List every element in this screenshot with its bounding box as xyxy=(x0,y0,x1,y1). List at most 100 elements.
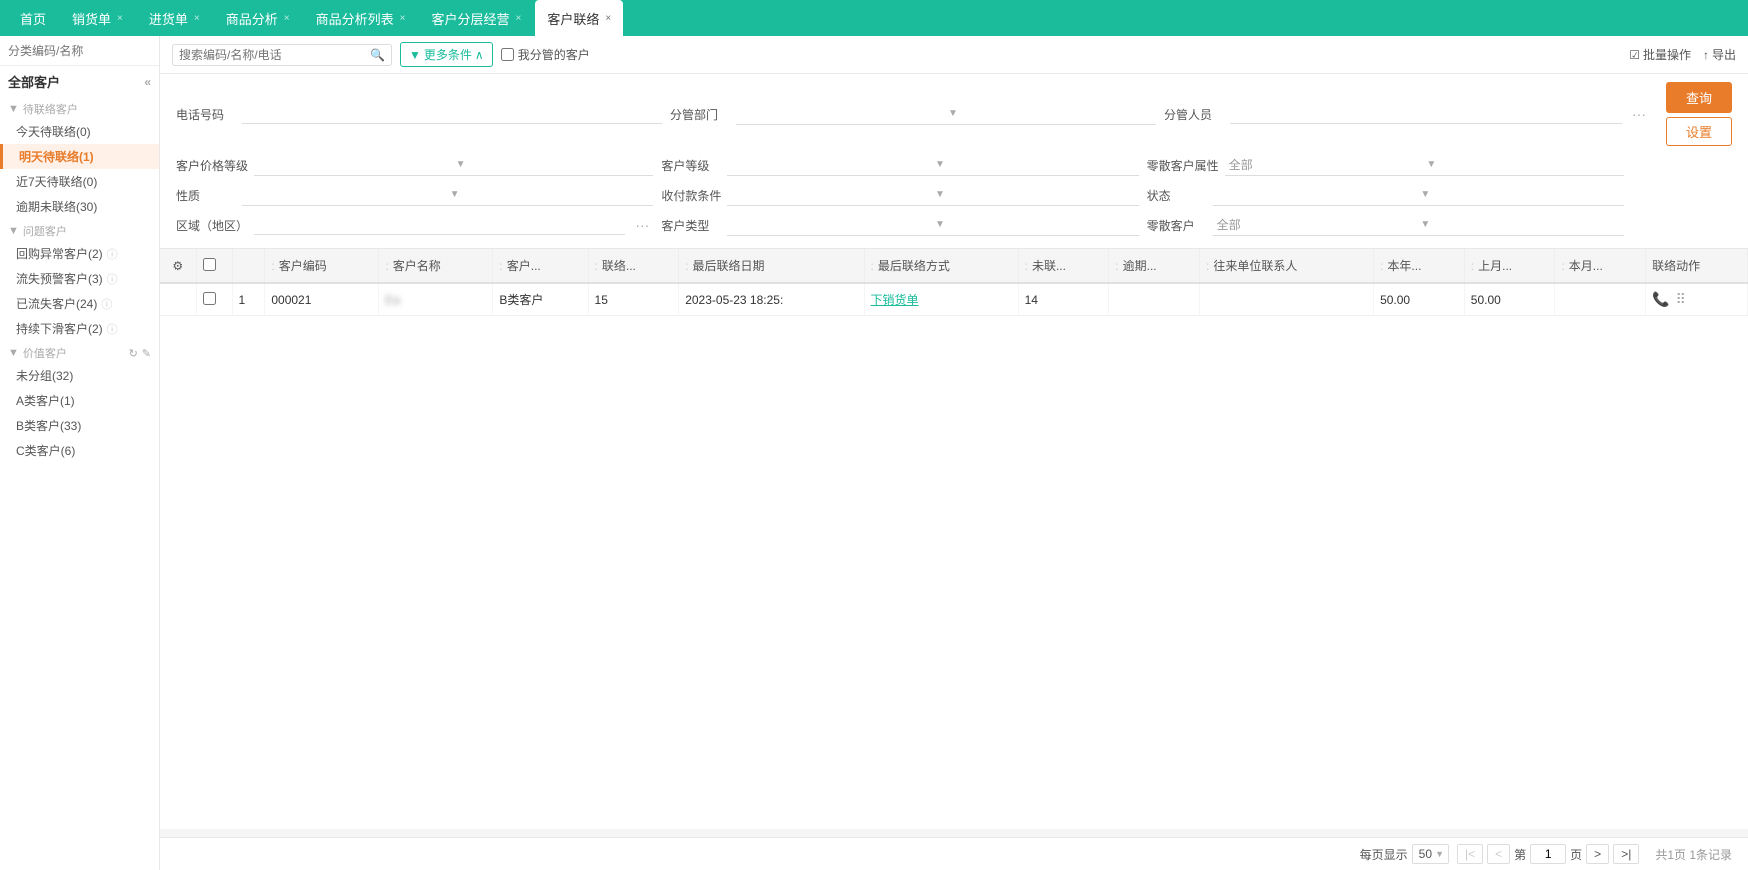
total-info: 共1页 1条记录 xyxy=(1655,846,1732,863)
col-last-contact-date[interactable]: :最后联络日期 xyxy=(679,249,864,283)
horizontal-scrollbar[interactable] xyxy=(160,829,1748,837)
contact-action-icon[interactable]: 📞 xyxy=(1652,291,1669,308)
export-icon: ↑ xyxy=(1703,48,1709,62)
last-page-button[interactable]: >| xyxy=(1613,844,1639,864)
sidebar-item-tomorrow-pending[interactable]: 明天待联络(1) xyxy=(0,144,159,169)
prev-page-button[interactable]: < xyxy=(1487,844,1510,864)
sidebar-item-churn-warning[interactable]: 流失预警客户(3) ⓘ xyxy=(0,266,159,291)
batch-ops-button[interactable]: ☑ 批量操作 xyxy=(1629,46,1691,63)
all-customers-header[interactable]: 全部客户 « xyxy=(0,66,159,97)
col-not-contact[interactable]: :未联... xyxy=(1018,249,1109,283)
nav-purchase-order[interactable]: 进货单 × xyxy=(137,0,212,36)
col-unit-contact[interactable]: :往来单位联系人 xyxy=(1199,249,1373,283)
sidebar-item-churned[interactable]: 已流失客户(24) ⓘ xyxy=(0,291,159,316)
col-last-contact-method[interactable]: :最后联络方式 xyxy=(864,249,1018,283)
retail-customer-select[interactable]: 全部 ▼ xyxy=(1213,214,1624,236)
sidebar-item-class-c[interactable]: C类客户(6) xyxy=(0,438,159,463)
sidebar-item-today-pending[interactable]: 今天待联络(0) xyxy=(0,119,159,144)
problem-group-label: ▼ 问题客户 xyxy=(0,219,159,241)
export-button[interactable]: ↑ 导出 xyxy=(1703,46,1736,63)
sidebar-item-ungrouped[interactable]: 未分组(32) xyxy=(0,363,159,388)
close-icon[interactable]: × xyxy=(117,13,123,24)
page-size-dropdown[interactable]: 50 ▼ xyxy=(1412,844,1449,864)
customer-type-select[interactable]: ▼ xyxy=(727,214,1138,236)
retail-attr-select[interactable]: 全部 ▼ xyxy=(1225,154,1624,176)
retail-attr-label: 零散客户属性 xyxy=(1147,157,1219,174)
sidebar-item-overdue-pending[interactable]: 逾期未联络(30) xyxy=(0,194,159,219)
col-customer-code[interactable]: :客户编码 xyxy=(265,249,379,283)
refresh-icon[interactable]: ↻ xyxy=(129,347,138,360)
my-customers-checkbox-label[interactable]: 我分管的客户 xyxy=(501,46,590,63)
customer-type-label: 客户类型 xyxy=(661,217,721,234)
close-icon[interactable]: × xyxy=(515,13,521,24)
col-customer-name[interactable]: :客户名称 xyxy=(379,249,493,283)
nav-product-analysis-list[interactable]: 商品分析列表 × xyxy=(304,0,418,36)
col-gear[interactable]: ⚙ xyxy=(160,249,196,283)
sidebar-search-input[interactable] xyxy=(8,44,160,58)
col-contact[interactable]: :联络... xyxy=(588,249,679,283)
cell-contact: 15 xyxy=(588,283,679,316)
status-select[interactable]: ▼ xyxy=(1213,184,1624,206)
first-page-button[interactable]: |< xyxy=(1457,844,1483,864)
manager-input[interactable] xyxy=(1230,105,1622,124)
my-customers-checkbox[interactable] xyxy=(501,48,514,61)
nav-sales-order[interactable]: 销货单 × xyxy=(60,0,135,36)
col-this-year[interactable]: :本年... xyxy=(1374,249,1465,283)
set-button[interactable]: 设置 xyxy=(1666,117,1732,146)
page-navigation: |< < 第 页 > >| xyxy=(1457,844,1639,864)
advanced-filter-panel: 电话号码 分管部门 ▼ 分管人员 ··· 查询 设置 xyxy=(160,74,1748,249)
close-icon[interactable]: × xyxy=(194,13,200,24)
close-icon[interactable]: × xyxy=(284,13,290,24)
triangle-icon: ▼ xyxy=(8,103,19,115)
sidebar-item-declining[interactable]: 持续下滑客户(2) ⓘ xyxy=(0,316,159,341)
info-icon: ⓘ xyxy=(101,296,112,312)
col-overdue[interactable]: :逾期... xyxy=(1109,249,1200,283)
nature-select[interactable]: ▼ xyxy=(242,184,653,206)
price-level-select[interactable]: ▼ xyxy=(254,154,653,176)
chevron-up-icon: ∧ xyxy=(475,48,484,62)
cell-checkbox[interactable] xyxy=(196,283,232,316)
col-this-month[interactable]: :本月... xyxy=(1555,249,1646,283)
info-icon: ⓘ xyxy=(107,246,118,262)
nav-customer-layering[interactable]: 客户分层经营 × xyxy=(419,0,533,36)
sidebar-item-abnormal-repurchase[interactable]: 回购异常客户(2) ⓘ xyxy=(0,241,159,266)
main-search-input[interactable] xyxy=(179,48,366,62)
nature-label: 性质 xyxy=(176,187,236,204)
close-icon[interactable]: × xyxy=(400,13,406,24)
sidebar-item-class-b[interactable]: B类客户(33) xyxy=(0,413,159,438)
filter-row-1: 电话号码 分管部门 ▼ 分管人员 ··· 查询 设置 xyxy=(176,82,1732,146)
edit-icon[interactable]: ✎ xyxy=(142,347,151,360)
nav-home[interactable]: 首页 xyxy=(8,0,58,36)
customer-level-select[interactable]: ▼ xyxy=(727,154,1138,176)
close-icon[interactable]: × xyxy=(605,13,611,24)
filter-bar: 🔍 ▼ 更多条件 ∧ 我分管的客户 ☑ 批量操作 ↑ 导出 xyxy=(160,36,1748,74)
payment-select[interactable]: ▼ xyxy=(727,184,1138,206)
search-icon[interactable]: 🔍 xyxy=(370,48,385,62)
next-page-button[interactable]: > xyxy=(1586,844,1609,864)
sidebar-item-class-a[interactable]: A类客户(1) xyxy=(0,388,159,413)
cell-last-contact-method[interactable]: 下销货单 xyxy=(864,283,1018,316)
more-action-icon[interactable]: ⠿ xyxy=(1676,291,1686,308)
col-checkbox[interactable] xyxy=(196,249,232,283)
page-number-input[interactable] xyxy=(1530,844,1566,864)
dept-select[interactable]: ▼ xyxy=(736,103,1156,125)
sidebar-search-area: 🔍 xyxy=(0,36,159,66)
cell-action: 📞 ⠿ xyxy=(1646,284,1747,315)
nav-product-analysis[interactable]: 商品分析 × xyxy=(214,0,302,36)
region-input[interactable] xyxy=(254,216,625,235)
select-all-checkbox[interactable] xyxy=(203,258,216,271)
more-icon[interactable]: ··· xyxy=(1628,106,1650,122)
phone-input[interactable] xyxy=(242,105,662,124)
more-conditions-button[interactable]: ▼ 更多条件 ∧ xyxy=(400,42,493,67)
filter-cell-status: 状态 ▼ xyxy=(1147,184,1624,206)
row-checkbox[interactable] xyxy=(203,292,216,305)
query-button[interactable]: 查询 xyxy=(1666,82,1732,113)
col-customer-type[interactable]: :客户... xyxy=(493,249,588,283)
col-action: 联络动作 xyxy=(1646,249,1748,283)
table-area: ⚙ :客户编码 :客户名称 :客户... :联络... :最后联络日期 :最后联… xyxy=(160,249,1748,829)
col-last-month[interactable]: :上月... xyxy=(1464,249,1555,283)
sidebar-item-7days-pending[interactable]: 近7天待联络(0) xyxy=(0,169,159,194)
filter-cell-retail-customer: 零散客户 全部 ▼ xyxy=(1147,214,1624,236)
nav-customer-contact[interactable]: 客户联络 × xyxy=(535,0,623,36)
more-icon[interactable]: ··· xyxy=(631,217,653,233)
